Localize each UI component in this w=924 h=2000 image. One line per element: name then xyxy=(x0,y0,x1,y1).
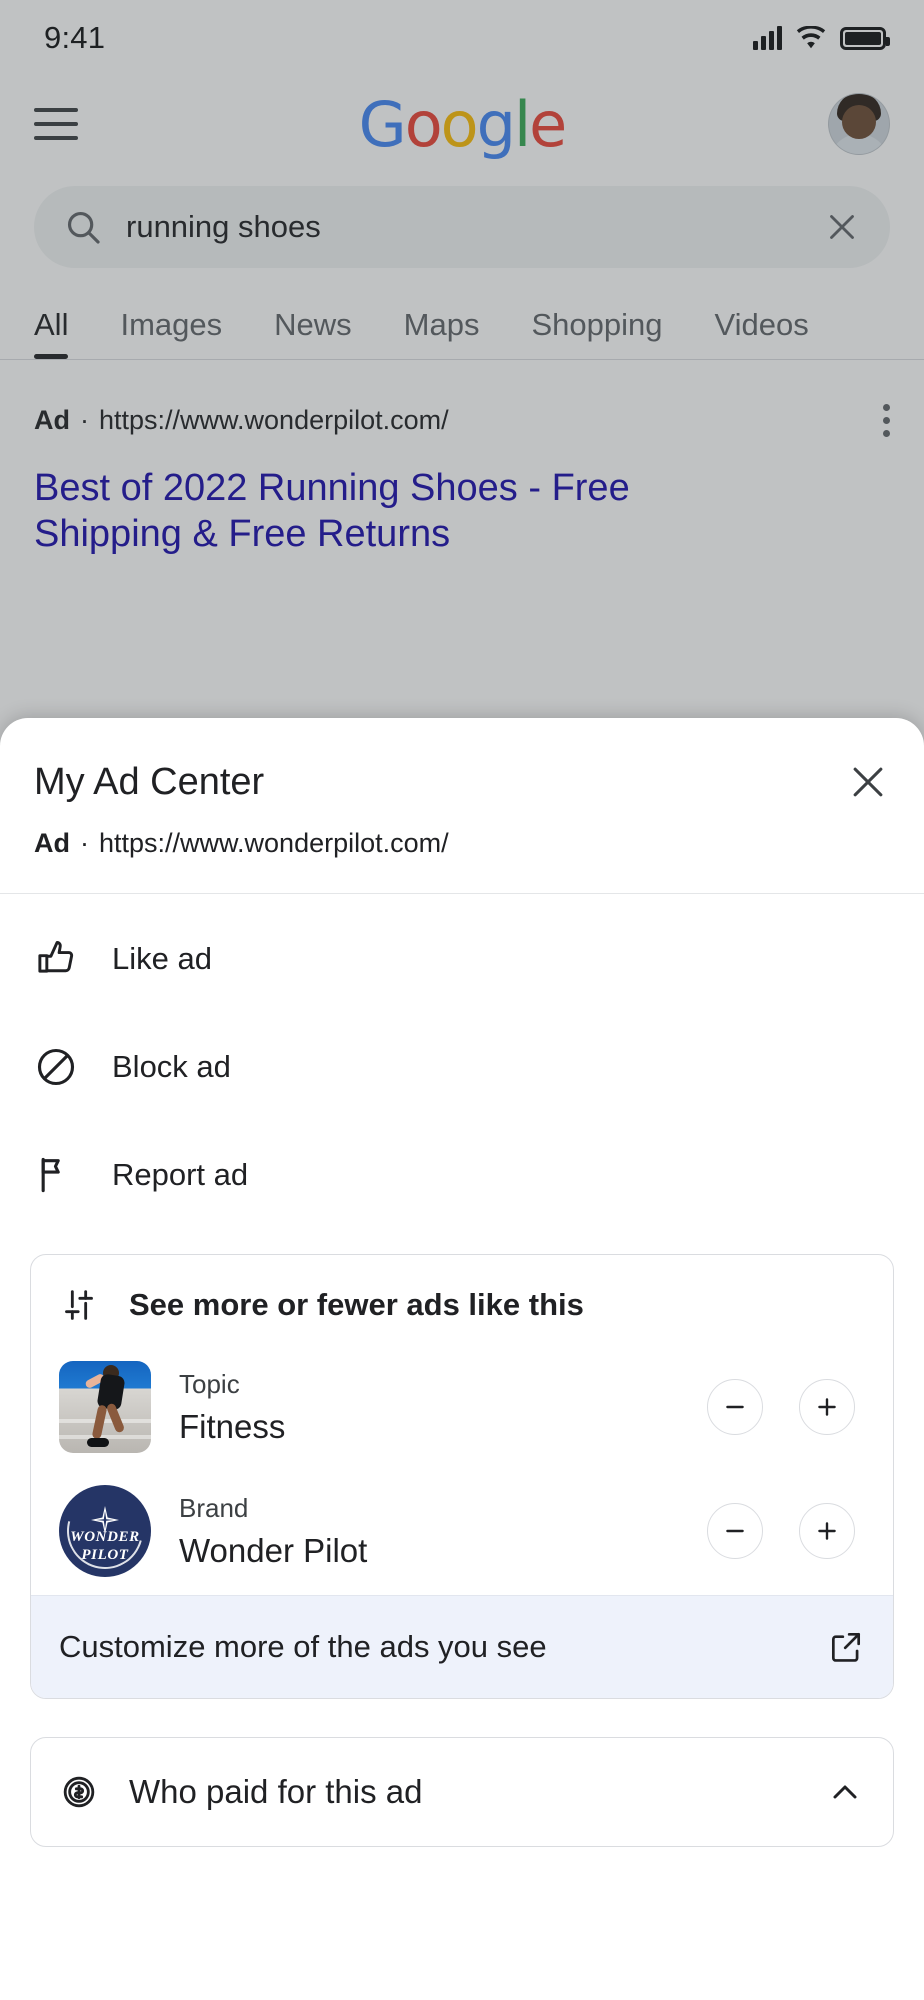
decrease-topic-button[interactable] xyxy=(707,1379,763,1435)
battery-full-icon xyxy=(840,26,890,50)
tab-images[interactable]: Images xyxy=(120,307,222,359)
sheet-divider xyxy=(0,893,924,894)
ad-badge: Ad xyxy=(34,405,70,435)
tab-maps[interactable]: Maps xyxy=(404,307,480,359)
sheet-header: My Ad Center Ad · https://www.wonderpilo… xyxy=(0,718,924,893)
search-icon xyxy=(64,208,102,246)
pref-kind-brand: Brand xyxy=(179,1492,249,1523)
chevron-up-icon[interactable] xyxy=(825,1772,865,1812)
ad-url[interactable]: https://www.wonderpilot.com/ xyxy=(99,405,449,436)
report-ad-row[interactable]: Report ad xyxy=(0,1132,924,1218)
ad-source-row: Ad · https://www.wonderpilot.com/ xyxy=(34,404,890,437)
close-icon[interactable] xyxy=(846,760,890,804)
status-bar: 9:41 xyxy=(0,0,924,76)
tab-all[interactable]: All xyxy=(34,307,69,359)
search-tabs: All Images News Maps Shopping Videos xyxy=(0,268,924,360)
customize-ads-row[interactable]: Customize more of the ads you see xyxy=(31,1595,893,1698)
clear-search-icon[interactable] xyxy=(824,209,860,245)
like-ad-row[interactable]: Like ad xyxy=(0,916,924,1002)
tab-news[interactable]: News xyxy=(274,307,352,359)
more-options-icon[interactable] xyxy=(883,404,890,437)
logo-line-2: PILOT xyxy=(81,1547,129,1563)
report-ad-label: Report ad xyxy=(112,1157,249,1192)
who-paid-label: Who paid for this ad xyxy=(129,1773,423,1810)
pref-item-brand: WONDER PILOT Brand Wonder Pilot xyxy=(31,1471,893,1595)
block-icon xyxy=(34,1045,78,1089)
flag-icon xyxy=(34,1153,78,1197)
tab-shopping[interactable]: Shopping xyxy=(531,307,662,359)
app-header: Google xyxy=(0,76,924,172)
pref-name-wonder-pilot: Wonder Pilot xyxy=(179,1531,368,1569)
customize-ads-label: Customize more of the ads you see xyxy=(59,1629,547,1664)
pref-kind-topic: Topic xyxy=(179,1368,240,1399)
increase-brand-button[interactable] xyxy=(799,1503,855,1559)
status-time: 9:41 xyxy=(44,20,106,55)
wifi-icon xyxy=(796,26,826,50)
sheet-title: My Ad Center xyxy=(34,760,265,803)
ad-separator: · xyxy=(80,405,89,435)
avatar[interactable] xyxy=(828,93,890,155)
open-in-new-icon[interactable] xyxy=(827,1628,865,1666)
thumb-up-icon xyxy=(34,937,78,981)
logo-line-1: WONDER xyxy=(70,1529,140,1545)
tune-icon xyxy=(59,1285,99,1325)
pref-card-header: See more or fewer ads like this xyxy=(31,1255,893,1347)
decrease-brand-button[interactable] xyxy=(707,1503,763,1559)
pref-item-topic: Topic Fitness xyxy=(31,1347,893,1471)
wonder-pilot-logo: WONDER PILOT xyxy=(59,1485,151,1577)
phone-screen: 9:41 Google running shoes All Images New… xyxy=(0,0,924,2000)
ad-result: Ad · https://www.wonderpilot.com/ Best o… xyxy=(0,360,924,558)
status-icons xyxy=(753,26,890,50)
search-query-text: running shoes xyxy=(126,209,321,244)
block-ad-label: Block ad xyxy=(112,1049,231,1084)
my-ad-center-sheet: My Ad Center Ad · https://www.wonderpilo… xyxy=(0,718,924,2000)
search-input[interactable]: running shoes xyxy=(34,186,890,268)
hamburger-menu-icon[interactable] xyxy=(34,108,78,140)
pref-name-fitness: Fitness xyxy=(179,1407,286,1445)
google-logo: Google xyxy=(358,87,568,161)
search-bar-wrapper: running shoes xyxy=(0,172,924,268)
sheet-ad-separator: · xyxy=(80,828,89,858)
cellular-signal-icon xyxy=(753,26,782,50)
increase-topic-button[interactable] xyxy=(799,1379,855,1435)
block-ad-row[interactable]: Block ad xyxy=(0,1024,924,1110)
tab-videos[interactable]: Videos xyxy=(714,307,808,359)
sheet-ad-source: Ad · https://www.wonderpilot.com/ xyxy=(34,828,890,893)
paid-coin-icon xyxy=(59,1772,99,1812)
runner-on-steps-photo xyxy=(59,1361,151,1453)
ad-headline[interactable]: Best of 2022 Running Shoes - Free Shippi… xyxy=(34,465,674,558)
ad-preferences-card: See more or fewer ads like this Topic Fi… xyxy=(30,1254,894,1699)
like-ad-label: Like ad xyxy=(112,941,212,976)
sheet-ad-url[interactable]: https://www.wonderpilot.com/ xyxy=(99,828,449,859)
who-paid-card[interactable]: Who paid for this ad xyxy=(30,1737,894,1847)
sheet-ad-badge: Ad xyxy=(34,828,70,858)
pref-card-title: See more or fewer ads like this xyxy=(129,1287,584,1322)
